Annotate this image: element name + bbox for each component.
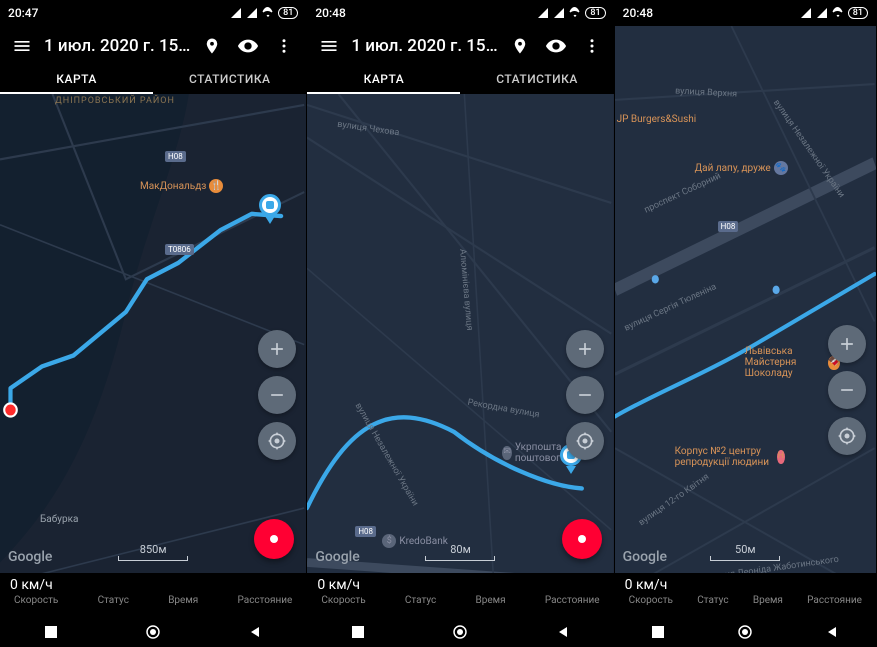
label-time: Время (476, 595, 506, 606)
map-poi: Дай лапу, друже🐾 (695, 161, 788, 175)
phone-screen-1: 20:47 81 1 июл. 2020 г. 15… КАРТА СТАТИС… (0, 0, 307, 647)
phone-screen-3: 20:48 81 вулиця Верхня вулиця Незалежної… (615, 0, 877, 647)
scale-bar: 50м (710, 543, 780, 561)
route-badge: Н08 (718, 221, 739, 232)
visibility-icon[interactable] (234, 32, 262, 60)
scale-bar: 850м (118, 543, 188, 561)
my-location-button[interactable] (258, 422, 296, 460)
label-dist: Расстояние (807, 595, 862, 606)
label-dist: Расстояние (545, 595, 600, 606)
zoom-in-button[interactable] (258, 330, 296, 368)
bottom-info: 0 км/ч Скорость Статус Время Расстояние (615, 573, 876, 617)
speed-value: 0 км/ч (317, 577, 603, 593)
status-time: 20:48 (315, 6, 345, 20)
google-logo: Google (623, 549, 667, 565)
zoom-in-button[interactable] (828, 325, 866, 363)
route-end-marker (258, 194, 282, 224)
battery-icon: 81 (848, 7, 868, 19)
app-bar: 1 июл. 2020 г. 15… (307, 26, 613, 66)
map-poi: Львівська Майстерня Шоколаду🍫 (745, 346, 840, 379)
app-bar: 1 июл. 2020 г. 15… (0, 26, 306, 66)
menu-icon[interactable] (315, 32, 343, 60)
tab-map[interactable]: КАРТА (0, 66, 153, 94)
label-status: Статус (98, 595, 129, 606)
overflow-menu-icon[interactable] (270, 32, 298, 60)
speed-value: 0 км/ч (10, 577, 296, 593)
nav-back-icon[interactable] (548, 617, 578, 647)
zoom-out-button[interactable] (566, 376, 604, 414)
tab-stats[interactable]: СТАТИСТИКА (153, 66, 306, 94)
scale-bar: 80м (425, 543, 495, 561)
label-time: Время (753, 595, 783, 606)
speed-value: 0 км/ч (625, 577, 866, 593)
map-controls (566, 330, 604, 460)
bottom-info: 0 км/ч Скорость Статус Время Расстояние (307, 573, 613, 617)
map-poi: Корпус №2 центру репродукції людиниH (675, 446, 785, 468)
nav-back-icon[interactable] (817, 617, 847, 647)
android-nav-bar (307, 617, 613, 647)
zoom-out-button[interactable] (828, 371, 866, 409)
page-title: 1 июл. 2020 г. 15… (351, 36, 497, 56)
nav-home-icon[interactable] (138, 617, 168, 647)
visibility-icon[interactable] (542, 32, 570, 60)
map[interactable]: вулиця Чехова Алюмінієва вулиця Рекордна… (307, 94, 613, 617)
menu-icon[interactable] (8, 32, 36, 60)
nav-recent-icon[interactable] (343, 617, 373, 647)
status-time: 20:48 (623, 6, 653, 20)
nav-recent-icon[interactable] (643, 617, 673, 647)
bottom-info: 0 км/ч Скорость Статус Время Расстояние (0, 573, 306, 617)
status-bar: 20:48 81 (615, 0, 876, 26)
tab-map[interactable]: КАРТА (307, 66, 460, 94)
label-status: Статус (697, 595, 728, 606)
battery-icon: 81 (585, 7, 605, 19)
tabs: КАРТА СТАТИСТИКА (307, 66, 613, 94)
record-fab[interactable] (562, 519, 602, 559)
location-pin-icon[interactable] (198, 32, 226, 60)
label-time: Время (168, 595, 198, 606)
my-location-button[interactable] (828, 417, 866, 455)
status-icons: 81 (230, 7, 298, 19)
android-nav-bar (615, 617, 876, 647)
status-bar: 20:48 81 (307, 0, 613, 26)
overflow-menu-icon[interactable] (578, 32, 606, 60)
map-poi: МакДональдз🍴 (140, 179, 223, 193)
location-pin-icon[interactable] (506, 32, 534, 60)
zoom-out-button[interactable] (258, 376, 296, 414)
map-controls (258, 330, 296, 460)
label-status: Статус (405, 595, 436, 606)
page-title: 1 июл. 2020 г. 15… (44, 36, 190, 56)
google-logo: Google (8, 549, 52, 565)
map-poi: JP Burgers&Sushi (617, 114, 697, 125)
route-badge: Н08 (355, 526, 376, 537)
label-speed: Скорость (321, 595, 365, 606)
map-district-label: ДНІПРОВСЬКИЙ РАЙОН (55, 96, 175, 106)
status-icons: 81 (800, 7, 868, 19)
map[interactable]: ДНІПРОВСЬКИЙ РАЙОН МакДональдз🍴 Бабурка … (0, 94, 306, 617)
nav-home-icon[interactable] (445, 617, 475, 647)
map-poi: Бабурка (40, 514, 78, 525)
tabs: КАРТА СТАТИСТИКА (0, 66, 306, 94)
nav-recent-icon[interactable] (36, 617, 66, 647)
label-speed: Скорость (629, 595, 673, 606)
map-controls (828, 325, 866, 455)
tab-stats[interactable]: СТАТИСТИКА (460, 66, 613, 94)
route-badge: Н08 (165, 151, 186, 162)
google-logo: Google (315, 549, 359, 565)
map[interactable]: вулиця Верхня вулиця Незалежної України … (615, 26, 876, 617)
label-speed: Скорость (14, 595, 58, 606)
status-time: 20:47 (8, 6, 38, 20)
route-badge: Т0806 (165, 244, 194, 255)
battery-icon: 81 (278, 7, 298, 19)
label-dist: Расстояние (238, 595, 293, 606)
my-location-button[interactable] (566, 422, 604, 460)
android-nav-bar (0, 617, 306, 647)
status-bar: 20:47 81 (0, 0, 306, 26)
zoom-in-button[interactable] (566, 330, 604, 368)
nav-home-icon[interactable] (730, 617, 760, 647)
status-icons: 81 (537, 7, 605, 19)
nav-back-icon[interactable] (240, 617, 270, 647)
phone-screen-2: 20:48 81 1 июл. 2020 г. 15… КАРТА СТАТИС… (307, 0, 614, 647)
